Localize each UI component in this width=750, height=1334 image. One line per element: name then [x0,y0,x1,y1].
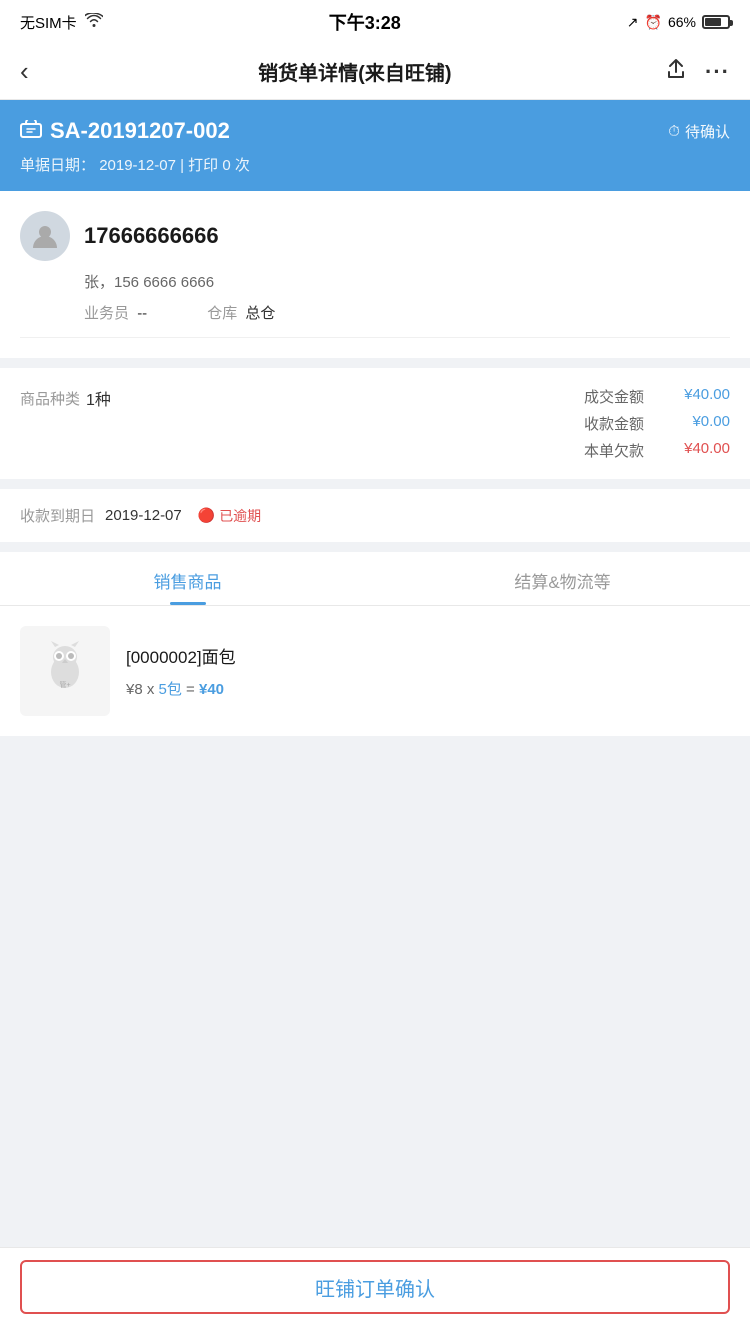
order-header-top: SA-20191207-002 ⏱ 待确认 [20,118,730,144]
location-icon: ↗ [627,14,639,31]
deal-amount-value: ¥40.00 [660,386,730,407]
customer-avatar [20,211,70,261]
product-price: ¥8 x 5包 = ¥40 [126,678,730,699]
wifi-icon [85,13,103,31]
customer-card: 17666666666 张，156 6666 6666 业务员 -- 仓库 总仓 [0,191,750,358]
tabs-container: 销售商品 结算&物流等 [0,552,750,606]
product-type-value: 1种 [86,386,111,410]
date-value: 2019-12-07 [99,157,176,174]
content-area [0,746,750,986]
customer-name: 张，156 6666 6666 [20,271,730,292]
order-status: ⏱ 待确认 [668,121,730,142]
alarm-icon: ⏰ [645,14,662,31]
received-value: ¥0.00 [660,413,730,434]
bottom-btn-container: 旺铺订单确认 [0,1247,750,1334]
nav-actions: ··· [665,58,730,86]
customer-phone: 17666666666 [84,223,219,249]
battery-percent: 66% [668,14,696,30]
nav-bar: ‹ 销货单详情(来自旺铺) ··· [0,44,750,100]
product-info: [0000002]面包 ¥8 x 5包 = ¥40 [126,643,730,699]
due-value: ¥40.00 [660,440,730,461]
summary-row: 商品种类 1种 成交金额 ¥40.00 收款金额 ¥0.00 本单欠款 ¥40.… [20,386,730,461]
carrier-label: 无SIM卡 [20,12,77,33]
sales-meta: 业务员 -- [84,302,147,323]
status-left: 无SIM卡 [20,12,103,33]
due-date-value: 2019-12-07 [105,507,182,524]
battery-icon [702,15,730,29]
overdue-text: 已逾期 [219,506,261,526]
share-button[interactable] [665,58,687,86]
product-item: 管+ [0000002]面包 ¥8 x 5包 = ¥40 [0,606,750,736]
print-unit: 次 [235,157,250,174]
print-count: 0 [222,157,230,174]
order-icon [20,118,42,144]
due-amount-row: 本单欠款 ¥40.00 [584,440,730,461]
page-title: 销货单详情(来自旺铺) [45,57,665,86]
order-id-text: SA-20191207-002 [50,118,230,144]
back-button[interactable]: ‹ [20,56,29,87]
order-date-row: 单据日期： 2019-12-07 | 打印 0 次 [20,154,730,175]
sales-label: 业务员 [84,305,129,322]
divider [20,337,730,338]
more-button[interactable]: ··· [705,59,730,85]
warehouse-meta: 仓库 总仓 [207,302,275,323]
overdue-icon: 🔴 [198,507,215,524]
products-container: 管+ [0000002]面包 ¥8 x 5包 = ¥40 [0,606,750,736]
status-time: 下午3:28 [329,9,401,35]
deal-amount-label: 成交金额 [584,386,644,407]
tab-settlement-logistics[interactable]: 结算&物流等 [375,552,750,605]
warehouse-label: 仓库 [207,305,237,322]
status-clock-icon: ⏱ [668,123,680,140]
svg-text:管+: 管+ [59,680,70,689]
order-header-card: SA-20191207-002 ⏱ 待确认 单据日期： 2019-12-07 |… [0,100,750,191]
price-per-unit: ¥8 x [126,681,159,698]
product-total: ¥40 [199,681,224,698]
product-type-label: 商品种类 [20,388,80,409]
tab-sales-products[interactable]: 销售商品 [0,552,375,605]
product-type-section: 商品种类 1种 [20,386,111,410]
due-date-label: 收款到期日 [20,505,95,526]
confirm-order-button[interactable]: 旺铺订单确认 [20,1260,730,1314]
product-thumbnail: 管+ [20,626,110,716]
sales-value: -- [137,305,147,322]
price-eq: = [186,681,199,698]
product-qty: 5包 [159,681,182,698]
order-id: SA-20191207-002 [20,118,230,144]
received-label: 收款金额 [584,413,644,434]
status-right: ↗ ⏰ 66% [627,14,730,31]
summary-card: 商品种类 1种 成交金额 ¥40.00 收款金额 ¥0.00 本单欠款 ¥40.… [0,368,750,479]
status-bar: 无SIM卡 下午3:28 ↗ ⏰ 66% [0,0,750,44]
print-label: | 打印 [180,157,222,174]
due-date-card: 收款到期日 2019-12-07 🔴 已逾期 [0,489,750,542]
date-label: 单据日期： [20,157,95,174]
received-amount-row: 收款金额 ¥0.00 [584,413,730,434]
warehouse-value: 总仓 [245,305,275,322]
due-label: 本单欠款 [584,440,644,461]
status-text: 待确认 [685,121,730,142]
product-name: [0000002]面包 [126,643,730,668]
customer-meta: 业务员 -- 仓库 总仓 [20,302,730,323]
customer-top: 17666666666 [20,211,730,261]
deal-amount-row: 成交金额 ¥40.00 [584,386,730,407]
overdue-badge: 🔴 已逾期 [198,506,261,526]
amounts-section: 成交金额 ¥40.00 收款金额 ¥0.00 本单欠款 ¥40.00 [584,386,730,461]
